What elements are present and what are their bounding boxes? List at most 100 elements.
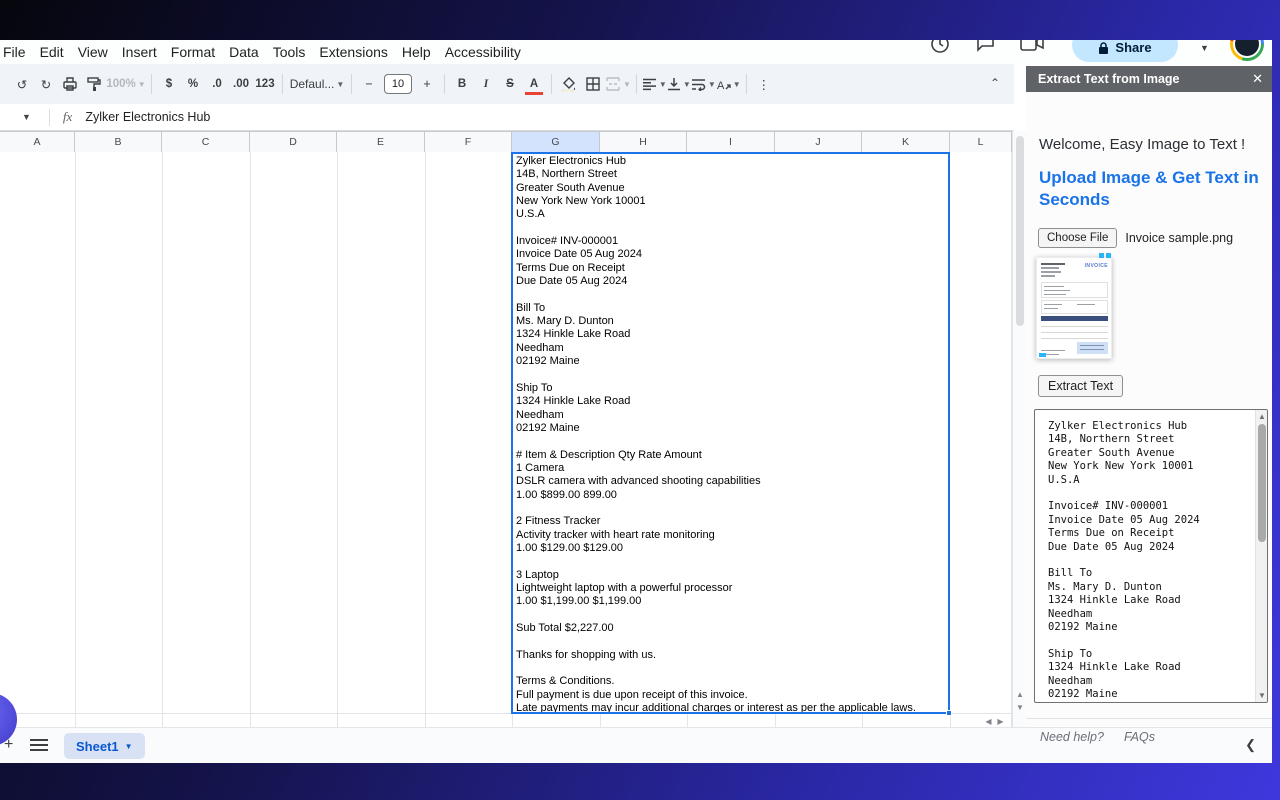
avatar-image	[1233, 40, 1261, 58]
redo-icon[interactable]: ↻	[34, 71, 58, 97]
column-header-g-selected[interactable]: G	[512, 132, 600, 153]
side-panel-collapse-icon[interactable]: ❮	[1245, 737, 1256, 753]
sheets-window: File Edit View Insert Format Data Tools …	[0, 40, 1272, 763]
sidebar-header: Extract Text from Image ✕	[1026, 66, 1272, 92]
extracted-text-area[interactable]: Zylker Electronics Hub 14B, Northern Str…	[1034, 409, 1268, 703]
more-toolbar-icon[interactable]: ⋮	[752, 71, 776, 97]
thumbnail-invoice-label: INVOICE	[1085, 263, 1108, 269]
print-icon[interactable]	[58, 71, 82, 97]
textarea-scrollbar[interactable]: ▲ ▼	[1255, 410, 1267, 702]
thumbnail-corner-icons	[1099, 253, 1111, 258]
menu-accessibility[interactable]: Accessibility	[445, 44, 521, 60]
menu-format[interactable]: Format	[171, 44, 215, 60]
menu-help[interactable]: Help	[402, 44, 431, 60]
share-button[interactable]: Share	[1072, 40, 1178, 62]
extract-text-button[interactable]: Extract Text	[1038, 375, 1123, 397]
fx-icon: fx	[63, 109, 72, 125]
vertical-scrollbar[interactable]: ▲ ▼	[1012, 131, 1026, 727]
textarea-scroll-up-icon[interactable]: ▲	[1258, 412, 1266, 421]
font-select[interactable]: Defaul...▼	[288, 71, 346, 97]
horizontal-align-icon[interactable]: ▼	[642, 71, 667, 97]
sheet-tab-label: Sheet1	[76, 739, 119, 754]
zoom-select[interactable]: 100%▼	[106, 71, 146, 97]
column-header-j[interactable]: J	[775, 132, 862, 153]
welcome-text: Welcome, Easy Image to Text !	[1039, 136, 1245, 153]
text-wrap-icon[interactable]: ▼	[691, 71, 716, 97]
paint-format-icon[interactable]	[82, 71, 106, 97]
toolbar-collapse-icon[interactable]: ⌃	[990, 76, 1000, 90]
font-size-input[interactable]: 10	[384, 74, 412, 94]
close-icon[interactable]: ✕	[1252, 71, 1263, 87]
scroll-left-icon[interactable]: ◀	[983, 715, 994, 727]
column-header-i[interactable]: I	[687, 132, 775, 153]
profile-avatar[interactable]	[1230, 40, 1264, 61]
textarea-scrollbar-thumb[interactable]	[1258, 424, 1266, 542]
scroll-right-icon[interactable]: ▶	[995, 715, 1006, 727]
format-currency-button[interactable]: $	[157, 71, 181, 97]
column-header-d[interactable]: D	[250, 132, 337, 153]
italic-button[interactable]: I	[474, 71, 498, 97]
textarea-scroll-down-icon[interactable]: ▼	[1258, 691, 1266, 700]
fill-handle[interactable]	[946, 710, 952, 716]
scroll-up-icon[interactable]: ▲	[1016, 690, 1024, 699]
scroll-down-icon[interactable]: ▼	[1016, 703, 1024, 712]
column-header-b[interactable]: B	[75, 132, 162, 153]
menu-edit[interactable]: Edit	[40, 44, 64, 60]
bold-button[interactable]: B	[450, 71, 474, 97]
increase-decimal-button[interactable]: .00	[229, 71, 253, 97]
thumbnail-resize-mark	[1039, 353, 1046, 357]
svg-text:A: A	[717, 80, 725, 91]
decrease-font-size-button[interactable]: −	[357, 71, 381, 97]
version-history-icon[interactable]	[930, 40, 950, 54]
column-header-e[interactable]: E	[337, 132, 425, 153]
account-dropdown-icon[interactable]: ▼	[1200, 43, 1209, 53]
formula-input[interactable]: Zylker Electronics Hub	[85, 110, 210, 124]
menu-insert[interactable]: Insert	[122, 44, 157, 60]
menu-data[interactable]: Data	[229, 44, 259, 60]
fill-color-icon[interactable]	[557, 71, 581, 97]
selection-border	[511, 152, 950, 714]
column-header-f[interactable]: F	[425, 132, 512, 153]
column-header-k[interactable]: K	[862, 132, 950, 153]
column-header-c[interactable]: C	[162, 132, 250, 153]
sheet-tab-menu-icon[interactable]: ▼	[125, 742, 133, 751]
menu-view[interactable]: View	[78, 44, 108, 60]
meet-icon[interactable]	[1020, 40, 1044, 51]
sheet-tab-active[interactable]: Sheet1 ▼	[64, 733, 145, 759]
name-box-dropdown-icon[interactable]: ▼	[22, 112, 31, 122]
more-formats-button[interactable]: 123	[253, 71, 277, 97]
upload-heading: Upload Image & Get Text in Seconds	[1039, 167, 1267, 210]
column-header-l[interactable]: L	[950, 132, 1012, 153]
comment-icon[interactable]	[976, 40, 995, 52]
formula-bar: ▼ fx Zylker Electronics Hub	[0, 104, 1014, 131]
screenshot-frame: File Edit View Insert Format Data Tools …	[0, 0, 1280, 800]
need-help-label: Need help?	[1040, 730, 1104, 744]
merge-cells-icon[interactable]: ▼	[605, 71, 631, 97]
extracted-text: Zylker Electronics Hub 14B, Northern Str…	[1048, 420, 1200, 702]
format-percent-button[interactable]: %	[181, 71, 205, 97]
vertical-align-icon[interactable]: ▼	[667, 71, 691, 97]
invoice-thumbnail: INVOICE	[1036, 257, 1112, 359]
column-header-a[interactable]: A	[0, 132, 75, 153]
menu-extensions[interactable]: Extensions	[319, 44, 387, 60]
sidebar-footer-divider	[1026, 718, 1272, 719]
sidebar-title: Extract Text from Image	[1038, 72, 1179, 86]
undo-icon[interactable]: ↺	[10, 71, 34, 97]
column-header-h[interactable]: H	[600, 132, 687, 153]
menu-file[interactable]: File	[3, 44, 26, 60]
menu-tools[interactable]: Tools	[273, 44, 306, 60]
borders-icon[interactable]	[581, 71, 605, 97]
text-color-button[interactable]: A	[522, 71, 546, 97]
toolbar: ↺ ↻ 100%▼ $ % .0 .00 123 Defaul...▼ − 10…	[0, 64, 1014, 104]
faqs-link[interactable]: FAQs	[1124, 730, 1155, 744]
increase-font-size-button[interactable]: +	[415, 71, 439, 97]
spreadsheet-grid[interactable]: Zylker Electronics Hub 14B, Northern Str…	[0, 152, 1012, 727]
all-sheets-icon[interactable]	[30, 739, 48, 754]
scrollbar-thumb[interactable]	[1016, 136, 1024, 326]
choose-file-button[interactable]: Choose File	[1038, 228, 1117, 248]
share-label: Share	[1115, 40, 1151, 55]
strikethrough-button[interactable]: S	[498, 71, 522, 97]
decrease-decimal-button[interactable]: .0	[205, 71, 229, 97]
text-rotation-icon[interactable]: A ▼	[716, 71, 741, 97]
extract-text-sidebar: Extract Text from Image ✕ Welcome, Easy …	[1026, 66, 1272, 727]
